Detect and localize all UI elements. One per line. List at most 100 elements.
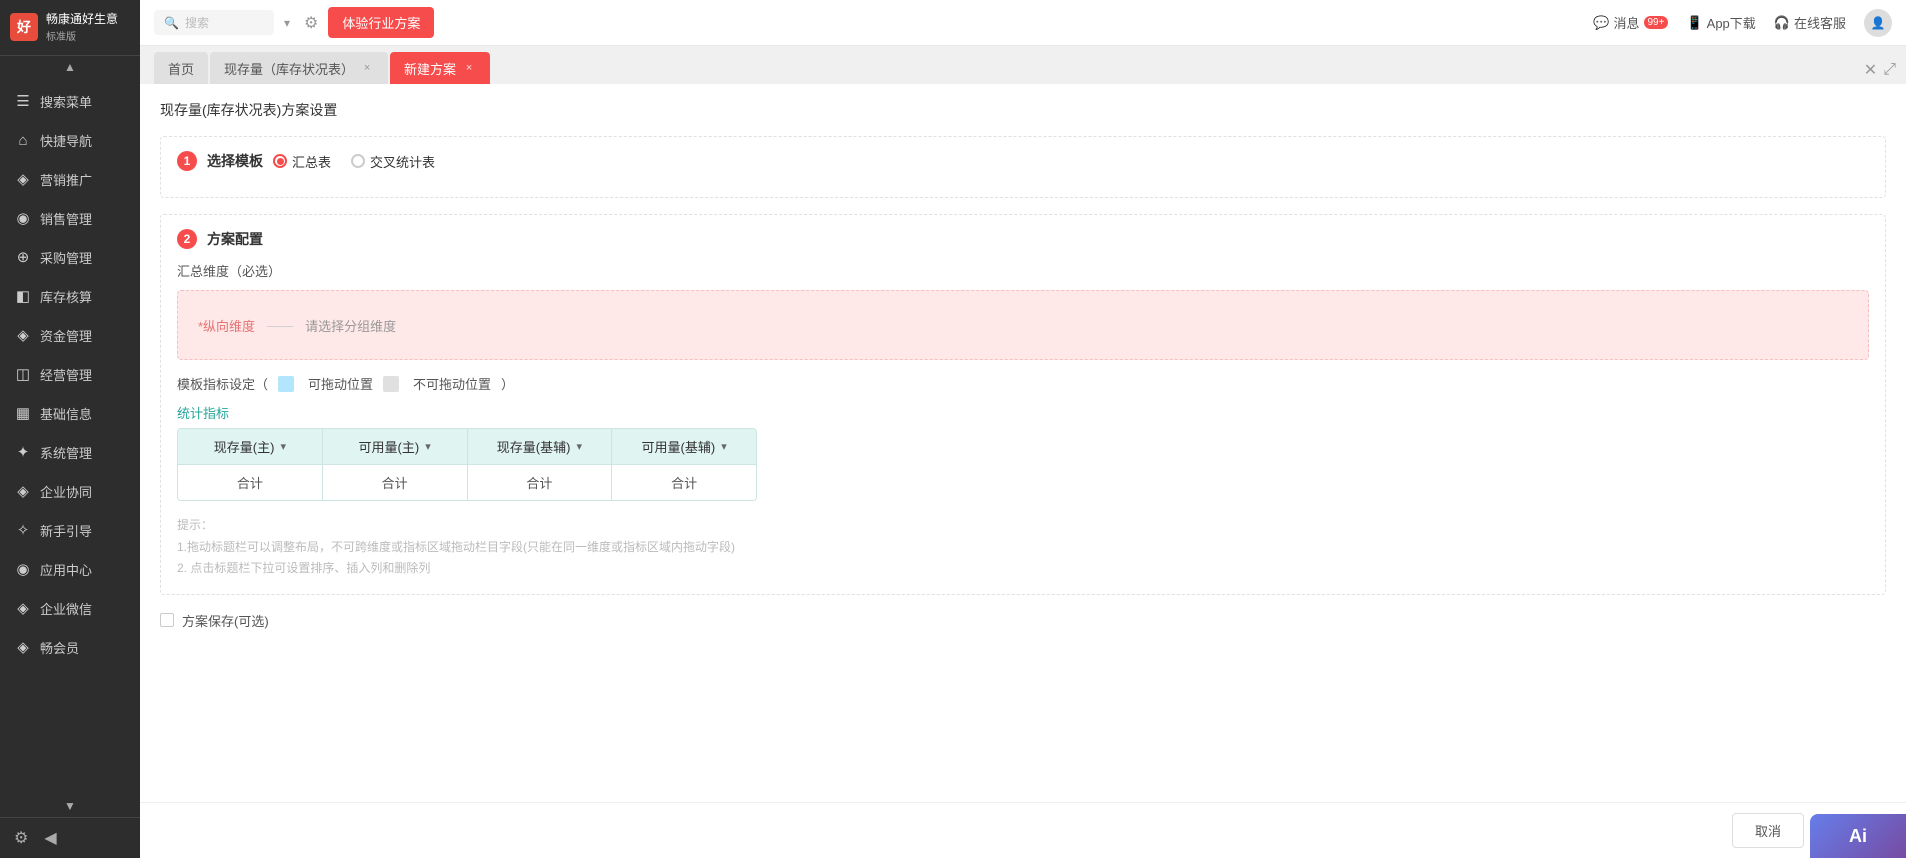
sidebar-item-inventory[interactable]: ◧ 库存核算 <box>0 277 140 316</box>
indicator-non-draggable-badge <box>383 376 399 392</box>
stat-col-3-label: 可用量(基辅) <box>642 437 716 456</box>
main-area: 🔍 搜索 ▾ ⚙ 体验行业方案 💬 消息 99+ 📱 App下载 🎧 在线客服 … <box>140 0 1906 858</box>
sales-icon: ◉ <box>14 209 32 227</box>
topbar-chevron-down[interactable]: ▾ <box>284 16 290 30</box>
vertical-dim-dash: —— <box>267 318 293 333</box>
stat-col-1: 可用量(主) ▾ 合计 <box>323 429 468 500</box>
phone-icon: 📱 <box>1686 15 1702 31</box>
app-download-label: App下载 <box>1707 13 1756 32</box>
save-checkbox[interactable] <box>160 613 174 627</box>
stat-col-2: 现存量(基辅) ▾ 合计 <box>468 429 613 500</box>
sidebar-item-app-center[interactable]: ◉ 应用中心 <box>0 550 140 589</box>
tips-box: 提示： 1.拖动标题栏可以调整布局，不可跨维度或指标区域拖动栏目字段(只能在同一… <box>177 515 1869 580</box>
col-2-chevron-icon[interactable]: ▾ <box>576 440 582 453</box>
tab-home-label: 首页 <box>168 59 194 78</box>
stat-col-0-header[interactable]: 现存量(主) ▾ <box>178 429 322 464</box>
management-icon: ◫ <box>14 365 32 383</box>
section-1-header: 1 选择模板 汇总表 交叉统计表 <box>177 151 1869 171</box>
search-icon: 🔍 <box>164 16 179 30</box>
sidebar-item-search[interactable]: ☰ 搜索菜单 <box>0 82 140 121</box>
indicator-non-draggable-label: 不可拖动位置 <box>413 374 491 393</box>
sidebar-scroll-down[interactable]: ▼ <box>0 795 140 817</box>
ai-label: Ai <box>1849 826 1867 847</box>
sidebar-item-management[interactable]: ◫ 经营管理 <box>0 355 140 394</box>
col-1-chevron-icon[interactable]: ▾ <box>425 440 431 453</box>
topbar-right: 💬 消息 99+ 📱 App下载 🎧 在线客服 👤 <box>1593 9 1892 37</box>
sidebar-item-label: 畅会员 <box>40 638 79 657</box>
sidebar-item-label: 快捷导航 <box>40 131 92 150</box>
tips-0: 1.拖动标题栏可以调整布局，不可跨维度或指标区域拖动栏目字段(只能在同一维度或指… <box>177 537 1869 559</box>
sidebar-item-label: 企业微信 <box>40 599 92 618</box>
tab-inventory[interactable]: 现存量（库存状况表） × <box>210 52 388 84</box>
radio-cross[interactable]: 交叉统计表 <box>351 152 435 171</box>
settings-icon[interactable]: ⚙ <box>14 828 28 848</box>
topbar-gear-icon[interactable]: ⚙ <box>304 13 318 33</box>
sidebar-item-purchase[interactable]: ⊕ 采购管理 <box>0 238 140 277</box>
messages-item[interactable]: 💬 消息 99+ <box>1593 13 1668 32</box>
tab-inventory-close[interactable]: × <box>360 61 374 75</box>
topbar-search[interactable]: 🔍 搜索 <box>154 10 274 35</box>
stat-col-1-header[interactable]: 可用量(主) ▾ <box>323 429 467 464</box>
sidebar-item-quicknav[interactable]: ⌂ 快捷导航 <box>0 121 140 160</box>
user-avatar[interactable]: 👤 <box>1864 9 1892 37</box>
member-icon: ◈ <box>14 638 32 656</box>
stat-col-2-label: 现存量(基辅) <box>497 437 571 456</box>
messages-label: 消息 <box>1613 13 1639 32</box>
tab-close-all-icon[interactable]: ✕ <box>1864 60 1877 80</box>
dimension-box[interactable]: *纵向维度 —— 请选择分组维度 <box>177 290 1869 360</box>
purchase-icon: ⊕ <box>14 248 32 266</box>
sidebar-item-marketing[interactable]: ◈ 营销推广 <box>0 160 140 199</box>
sidebar-nav: ☰ 搜索菜单 ⌂ 快捷导航 ◈ 营销推广 ◉ 销售管理 ⊕ 采购管理 ◧ 库存核… <box>0 78 140 795</box>
wechat-icon: ◈ <box>14 599 32 617</box>
bottombar: 取消 查询 <box>140 802 1906 858</box>
enterprise-icon: ◈ <box>14 482 32 500</box>
col-0-chevron-icon[interactable]: ▾ <box>280 440 286 453</box>
tab-home[interactable]: 首页 <box>154 52 208 84</box>
sidebar: 好 畅康通好生意 标准版 ▲ ☰ 搜索菜单 ⌂ 快捷导航 ◈ 营销推广 ◉ 销售… <box>0 0 140 858</box>
sidebar-item-basic-info[interactable]: ▦ 基础信息 <box>0 394 140 433</box>
sidebar-scroll-up[interactable]: ▲ <box>0 56 140 78</box>
sidebar-item-wechat[interactable]: ◈ 企业微信 <box>0 589 140 628</box>
search-menu-icon: ☰ <box>14 92 32 110</box>
inventory-icon: ◧ <box>14 287 32 305</box>
try-industry-plan-button[interactable]: 体验行业方案 <box>328 7 434 38</box>
sidebar-item-guide[interactable]: ✧ 新手引导 <box>0 511 140 550</box>
col-3-chevron-icon[interactable]: ▾ <box>721 440 727 453</box>
sidebar-item-label: 企业协同 <box>40 482 92 501</box>
stat-col-3-header[interactable]: 可用量(基辅) ▾ <box>612 429 756 464</box>
tab-new-plan-close[interactable]: × <box>462 61 476 75</box>
content-area: 现存量(库存状况表)方案设置 1 选择模板 汇总表 交叉统计表 <box>140 84 1906 802</box>
ai-fab-button[interactable]: Ai <box>1810 814 1906 858</box>
sidebar-item-label: 基础信息 <box>40 404 92 423</box>
stat-section-label: 统计指标 <box>177 403 1869 422</box>
tab-expand-icon[interactable]: ⤢ <box>1883 61 1896 79</box>
sidebar-item-member[interactable]: ◈ 畅会员 <box>0 628 140 667</box>
online-service-item[interactable]: 🎧 在线客服 <box>1774 13 1846 32</box>
collapse-icon[interactable]: ◀ <box>44 828 56 848</box>
sidebar-item-enterprise[interactable]: ◈ 企业协同 <box>0 472 140 511</box>
tab-new-plan-label: 新建方案 <box>404 59 456 78</box>
tab-new-plan[interactable]: 新建方案 × <box>390 52 490 84</box>
marketing-icon: ◈ <box>14 170 32 188</box>
app-logo: 好 畅康通好生意 标准版 <box>0 0 140 56</box>
messages-badge: 99+ <box>1644 16 1669 29</box>
sidebar-item-sales[interactable]: ◉ 销售管理 <box>0 199 140 238</box>
stat-col-1-label: 可用量(主) <box>359 437 420 456</box>
sidebar-item-label: 系统管理 <box>40 443 92 462</box>
sidebar-item-system[interactable]: ✦ 系统管理 <box>0 433 140 472</box>
cancel-button[interactable]: 取消 <box>1732 813 1804 848</box>
app-download-item[interactable]: 📱 App下载 <box>1686 13 1755 32</box>
stat-col-2-header[interactable]: 现存量(基辅) ▾ <box>468 429 612 464</box>
indicator-close-label: ） <box>501 374 514 393</box>
sidebar-item-finance[interactable]: ◈ 资金管理 <box>0 316 140 355</box>
app-name: 畅康通好生意 <box>46 12 118 28</box>
radio-cross-label: 交叉统计表 <box>370 152 435 171</box>
vertical-dim-label: *纵向维度 <box>198 316 255 335</box>
app-center-icon: ◉ <box>14 560 32 578</box>
sidebar-item-label: 经营管理 <box>40 365 92 384</box>
sidebar-item-label: 新手引导 <box>40 521 92 540</box>
radio-summary[interactable]: 汇总表 <box>273 152 331 171</box>
section-2-header: 2 方案配置 <box>177 229 1869 249</box>
tips-1: 2. 点击标题栏下拉可设置排序、插入列和删除列 <box>177 558 1869 580</box>
sidebar-item-label: 库存核算 <box>40 287 92 306</box>
